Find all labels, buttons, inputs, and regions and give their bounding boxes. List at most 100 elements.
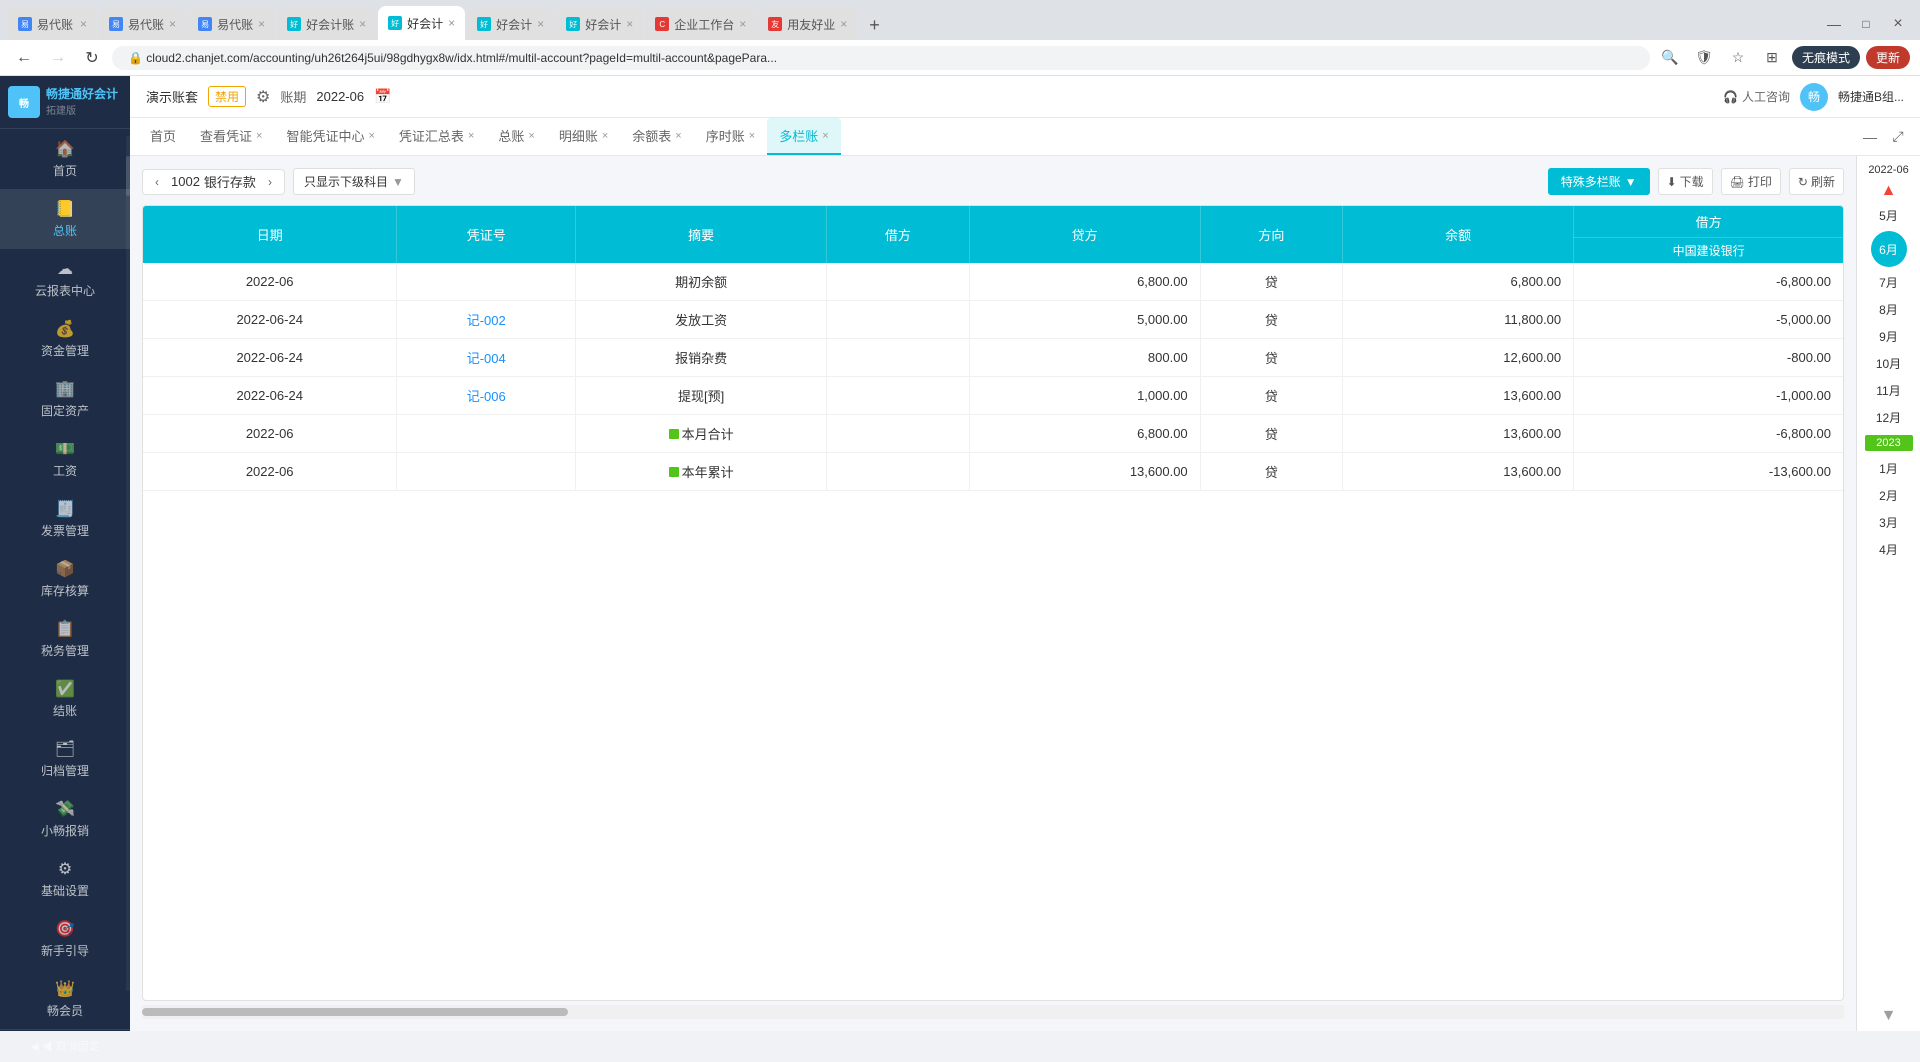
filter-dropdown[interactable]: 只显示下级科目 ▼ bbox=[293, 168, 415, 195]
tab-close-icon[interactable]: × bbox=[602, 130, 608, 142]
tab-close-icon[interactable]: × bbox=[256, 130, 262, 142]
calendar-month-6-active[interactable]: 6月 bbox=[1871, 231, 1907, 267]
search-icon[interactable]: 🔍 bbox=[1656, 44, 1684, 72]
tab-close-icon[interactable]: × bbox=[840, 17, 847, 31]
sidebar-scrollbar[interactable] bbox=[126, 136, 130, 991]
tab-general-ledger[interactable]: 总账 × bbox=[486, 118, 546, 155]
calendar-current-period: 2022-06 bbox=[1868, 160, 1908, 180]
tab-active[interactable]: 好 好会计 × bbox=[378, 6, 465, 40]
new-tab-button[interactable]: + bbox=[859, 15, 890, 40]
sidebar-item-expense[interactable]: 💸 小畅报销 bbox=[0, 789, 130, 849]
tab-maximize-icon[interactable]: ⤢ bbox=[1884, 123, 1912, 151]
tab-close-icon[interactable]: × bbox=[528, 130, 534, 142]
tab-close-icon[interactable]: × bbox=[626, 17, 633, 31]
star-icon[interactable]: ☆ bbox=[1724, 44, 1752, 72]
sidebar-item-archive[interactable]: 🗂 归档管理 bbox=[0, 729, 130, 789]
calendar-scroll-down-button[interactable]: ▼ bbox=[1879, 1005, 1899, 1027]
tab-minimize-icon[interactable]: — bbox=[1856, 123, 1884, 151]
calendar-month-2[interactable]: 2月 bbox=[1863, 482, 1915, 509]
sidebar-item-home[interactable]: 🏠 首页 bbox=[0, 129, 130, 189]
tab-close-icon[interactable]: × bbox=[822, 130, 828, 142]
tab[interactable]: 易 易代账 × bbox=[188, 8, 275, 40]
tab-multicolumn[interactable]: 多栏账 × bbox=[767, 118, 840, 155]
close-button[interactable]: × bbox=[1884, 12, 1912, 36]
shield-icon[interactable]: 🛡 bbox=[1690, 44, 1718, 72]
tab-close-icon[interactable]: × bbox=[739, 17, 746, 31]
tab-close-icon[interactable]: × bbox=[468, 130, 474, 142]
tab[interactable]: 易 易代账 × bbox=[8, 8, 97, 40]
minimize-button[interactable]: — bbox=[1820, 12, 1848, 36]
demo-badge[interactable]: 禁用 bbox=[208, 86, 246, 107]
maximize-button[interactable]: □ bbox=[1852, 12, 1880, 36]
calendar-month-9[interactable]: 9月 bbox=[1863, 323, 1915, 350]
back-button[interactable]: ← bbox=[10, 44, 38, 72]
settings-gear-icon[interactable]: ⚙ bbox=[256, 87, 270, 107]
calendar-scroll-up-button[interactable]: ▲ bbox=[1879, 180, 1899, 202]
sidebar-item-reports[interactable]: ☁ 云报表中心 bbox=[0, 249, 130, 309]
tab[interactable]: 好 好会计账 × bbox=[277, 8, 376, 40]
sidebar-item-ledger[interactable]: 📒 总账 bbox=[0, 189, 130, 249]
tab-close-icon[interactable]: × bbox=[359, 17, 366, 31]
forward-button[interactable]: → bbox=[44, 44, 72, 72]
sidebar-item-inventory[interactable]: 📦 库存核算 bbox=[0, 549, 130, 609]
tab-voucher[interactable]: 查看凭证 × bbox=[188, 118, 274, 155]
sidebar-item-salary[interactable]: 💵 工资 bbox=[0, 429, 130, 489]
table-row: 2022-06-24 记-002 发放工资 5,000.00 贷 11,800.… bbox=[143, 301, 1843, 339]
tab-journal[interactable]: 序时账 × bbox=[694, 118, 767, 155]
sidebar-item-invoice[interactable]: 🧾 发票管理 bbox=[0, 489, 130, 549]
sidebar-item-member[interactable]: 👑 畅会员 bbox=[0, 969, 130, 1029]
tab-close-icon[interactable]: × bbox=[749, 130, 755, 142]
tab-detail-ledger[interactable]: 明细账 × bbox=[547, 118, 620, 155]
consult-button[interactable]: 🎧 人工咨询 bbox=[1723, 88, 1790, 105]
calendar-month-11[interactable]: 11月 bbox=[1863, 377, 1915, 404]
refresh-button[interactable]: ↻ 刷新 bbox=[1789, 168, 1844, 195]
tab-smart-voucher[interactable]: 智能凭证中心 × bbox=[274, 118, 386, 155]
sidebar-pin-button[interactable]: ◀ ◀ 取消固定 bbox=[0, 1029, 130, 1062]
tab[interactable]: 好 好会计 × bbox=[467, 8, 554, 40]
content-with-sidebar: ‹ 1002 银行存款 › 只显示下级科目 ▼ 特殊多栏账 ▼ bbox=[130, 156, 1920, 1031]
tab-view-icon[interactable]: ⊞ bbox=[1758, 44, 1786, 72]
tab-voucher-summary[interactable]: 凭证汇总表 × bbox=[387, 118, 486, 155]
sidebar-item-funds[interactable]: 💰 资金管理 bbox=[0, 309, 130, 369]
tab-close-icon[interactable]: × bbox=[448, 16, 455, 30]
tab-close-icon[interactable]: × bbox=[80, 17, 87, 31]
sidebar-item-close[interactable]: ✅ 结账 bbox=[0, 669, 130, 729]
calendar-month-4[interactable]: 4月 bbox=[1863, 536, 1915, 563]
tab-close-icon[interactable]: × bbox=[537, 17, 544, 31]
calendar-month-12[interactable]: 12月 bbox=[1863, 404, 1915, 431]
ledger-main: ‹ 1002 银行存款 › 只显示下级科目 ▼ 特殊多栏账 ▼ bbox=[130, 156, 1856, 1031]
col-direction: 方向 bbox=[1200, 206, 1342, 263]
download-button[interactable]: ⬇ 下载 bbox=[1658, 168, 1713, 195]
sidebar-item-assets[interactable]: 🏢 固定资产 bbox=[0, 369, 130, 429]
tab-close-icon[interactable]: × bbox=[169, 17, 176, 31]
tab-close-icon[interactable]: × bbox=[368, 130, 374, 142]
sidebar-item-guide[interactable]: 🎯 新手引导 bbox=[0, 909, 130, 969]
print-button[interactable]: 🖨 打印 bbox=[1721, 168, 1781, 195]
calendar-month-5[interactable]: 5月 bbox=[1863, 202, 1915, 229]
calendar-month-10[interactable]: 10月 bbox=[1863, 350, 1915, 377]
calendar-month-1[interactable]: 1月 bbox=[1863, 455, 1915, 482]
stealth-button[interactable]: 无痕模式 bbox=[1792, 46, 1860, 69]
calendar-month-3[interactable]: 3月 bbox=[1863, 509, 1915, 536]
tab[interactable]: 好 好会计 × bbox=[556, 8, 643, 40]
next-account-button[interactable]: › bbox=[260, 172, 280, 192]
prev-account-button[interactable]: ‹ bbox=[147, 172, 167, 192]
reload-button[interactable]: ↻ bbox=[78, 44, 106, 72]
horizontal-scrollbar[interactable] bbox=[142, 1005, 1844, 1019]
feature-button[interactable]: 特殊多栏账 ▼ bbox=[1548, 168, 1650, 195]
tab[interactable]: 友 用友好业 × bbox=[758, 8, 857, 40]
sidebar-item-settings[interactable]: ⚙ 基础设置 bbox=[0, 849, 130, 909]
update-button[interactable]: 更新 bbox=[1866, 46, 1910, 69]
tab-balance[interactable]: 余额表 × bbox=[620, 118, 693, 155]
sidebar-item-tax[interactable]: 📋 税务管理 bbox=[0, 609, 130, 669]
tab-close-icon[interactable]: × bbox=[258, 17, 265, 31]
calendar-month-7[interactable]: 7月 bbox=[1863, 269, 1915, 296]
user-avatar[interactable]: 畅 bbox=[1800, 83, 1828, 111]
tab-close-icon[interactable]: × bbox=[675, 130, 681, 142]
tab[interactable]: C 企业工作台 × bbox=[645, 8, 756, 40]
calendar-icon[interactable]: 📅 bbox=[374, 88, 391, 105]
calendar-month-8[interactable]: 8月 bbox=[1863, 296, 1915, 323]
tab[interactable]: 易 易代账 × bbox=[99, 8, 186, 40]
url-bar[interactable]: 🔒 cloud2.chanjet.com/accounting/uh26t264… bbox=[112, 46, 1650, 70]
tab-home[interactable]: 首页 bbox=[138, 118, 188, 155]
